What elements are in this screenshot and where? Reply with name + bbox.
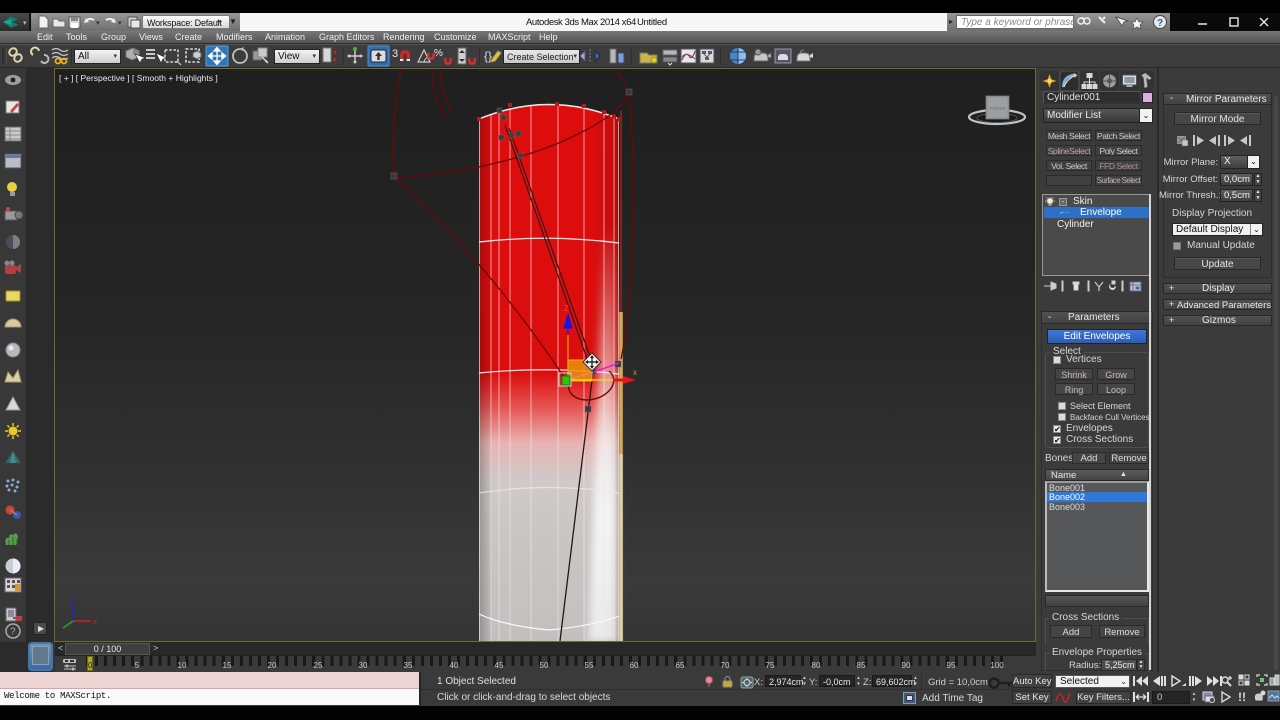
svg-text:[ + ] [ Perspective ] [ Smooth: [ + ] [ Perspective ] [ Smooth + Highlig… xyxy=(59,73,218,83)
svg-text:3: 3 xyxy=(392,48,398,60)
svg-text:x: x xyxy=(93,617,97,626)
svg-text:FRONT: FRONT xyxy=(990,106,1006,111)
svg-text:▾: ▾ xyxy=(96,20,100,27)
svg-text:x: x xyxy=(633,368,637,377)
svg-text:%: % xyxy=(434,48,443,59)
svg-text:!!: !! xyxy=(1238,690,1246,704)
svg-text:{}: {} xyxy=(484,49,492,63)
svg-text:Z: Z xyxy=(564,304,569,313)
svg-text:?: ? xyxy=(1157,18,1163,29)
svg-text:?: ? xyxy=(10,627,16,638)
svg-text:z: z xyxy=(70,594,74,603)
svg-text:▾: ▾ xyxy=(118,20,122,27)
